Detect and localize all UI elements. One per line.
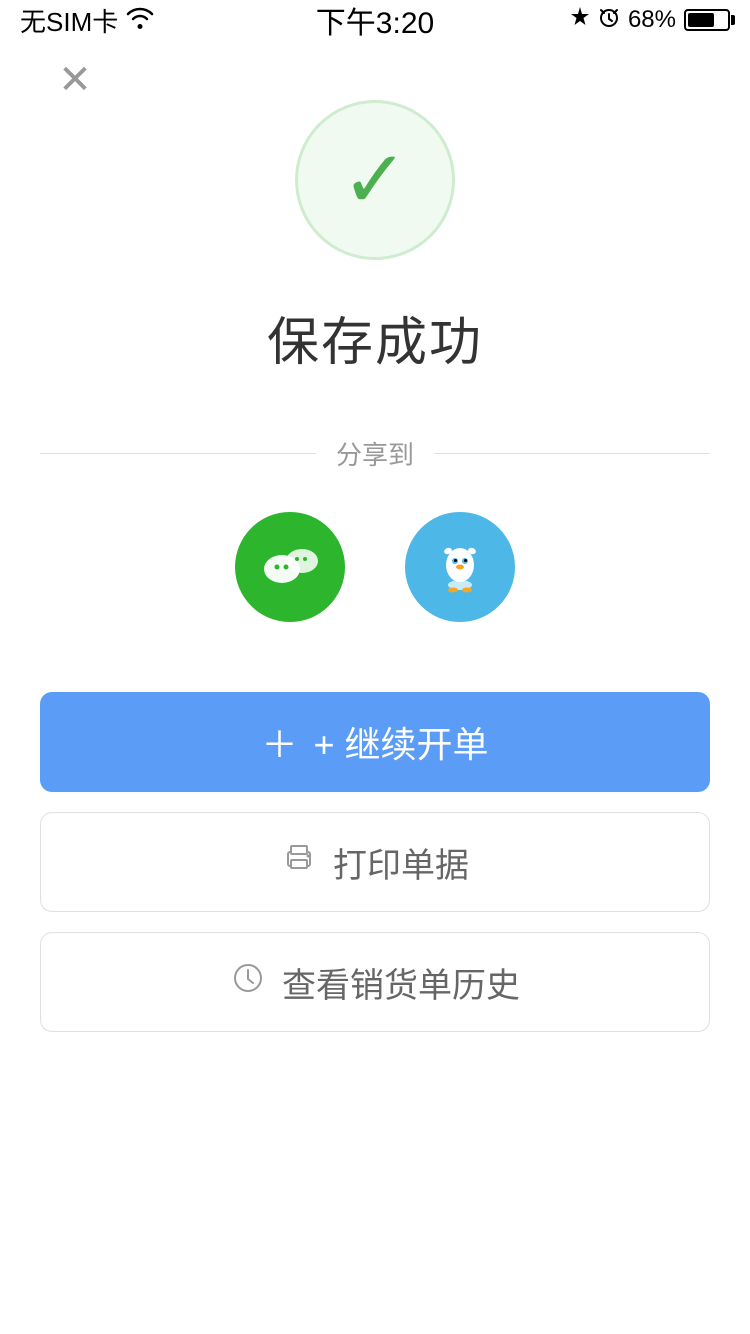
share-section: 分享到: [0, 435, 750, 622]
success-icon-circle: ✓: [295, 100, 455, 260]
wechat-share-button[interactable]: [235, 512, 345, 622]
status-time: 下午3:20: [316, 0, 434, 42]
history-icon: [230, 960, 266, 1005]
divider-container: 分享到: [0, 435, 750, 472]
action-buttons: ＋ + 继续开单 打印单据 查看销货单历史: [0, 692, 750, 1032]
status-bar: 无SIM卡 下午3:20 68%: [0, 0, 750, 40]
carrier-text: 无SIM卡: [20, 2, 118, 39]
divider-right: [434, 453, 710, 454]
checkmark-icon: ✓: [341, 140, 408, 220]
wechat-icon: [258, 535, 323, 600]
qq-icon: [430, 537, 490, 597]
battery-text: 68%: [628, 6, 676, 34]
history-button[interactable]: 查看销货单历史: [40, 932, 710, 1032]
share-icons: [235, 512, 515, 622]
continue-order-label: + 继续开单: [313, 716, 488, 768]
printer-icon: [281, 840, 317, 885]
success-title: 保存成功: [267, 300, 483, 375]
location-icon: [570, 6, 590, 35]
alarm-icon: [598, 6, 620, 35]
divider-left: [40, 453, 316, 454]
share-label: 分享到: [316, 435, 434, 472]
battery-icon: [684, 9, 730, 31]
continue-order-button[interactable]: ＋ + 继续开单: [40, 692, 710, 792]
history-label: 查看销货单历史: [282, 958, 520, 1007]
qq-share-button[interactable]: [405, 512, 515, 622]
print-label: 打印单据: [333, 838, 469, 887]
close-icon: ✕: [58, 60, 92, 100]
status-left: 无SIM卡: [20, 2, 154, 39]
status-right: 68%: [570, 6, 730, 35]
wifi-icon: [126, 5, 154, 36]
plus-icon: ＋: [261, 716, 297, 768]
main-content: ✓ 保存成功 分享到: [0, 40, 750, 1032]
close-button[interactable]: ✕: [50, 55, 100, 105]
print-button[interactable]: 打印单据: [40, 812, 710, 912]
